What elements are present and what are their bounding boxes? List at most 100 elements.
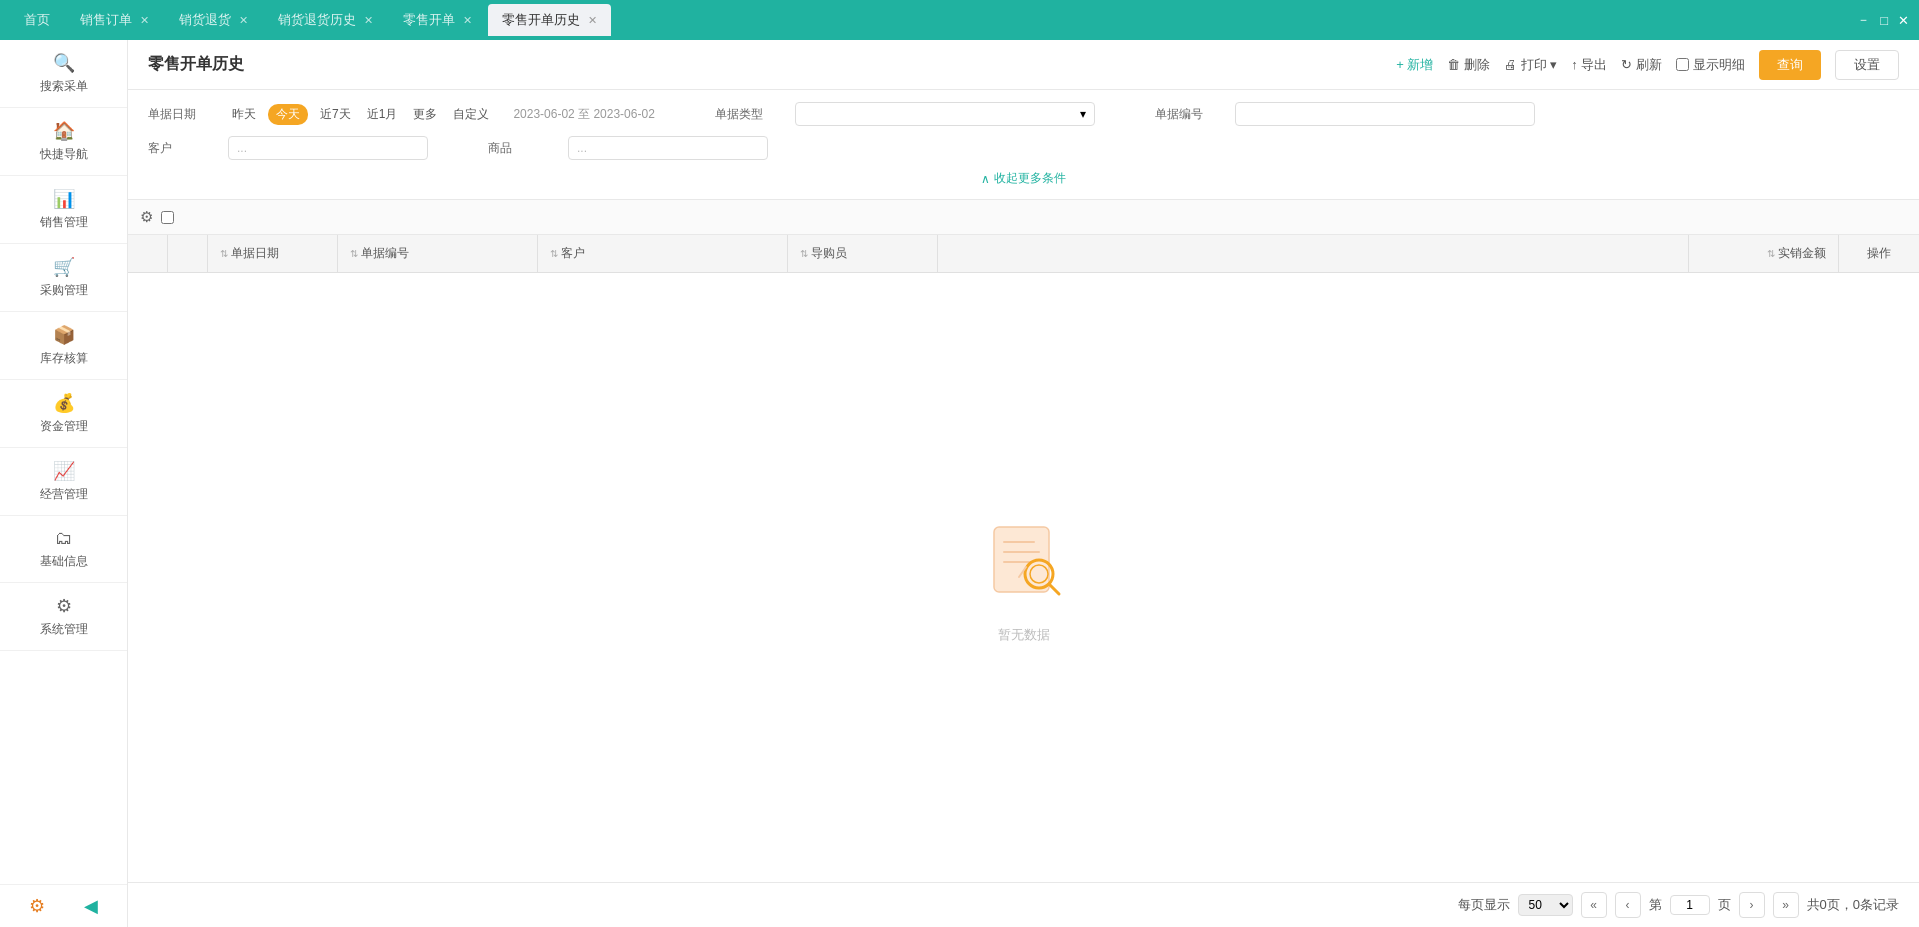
query-button[interactable]: 查询	[1759, 50, 1821, 80]
date-custom[interactable]: 自定义	[449, 104, 493, 125]
tab-label: 零售开单	[403, 11, 455, 29]
last-page-btn[interactable]: »	[1773, 892, 1799, 918]
collapse-row: ∧ 收起更多条件	[148, 170, 1899, 187]
maximize-btn[interactable]: □	[1880, 13, 1888, 28]
goods-input[interactable]: ...	[568, 136, 768, 160]
select-all-checkbox[interactable]	[161, 211, 174, 224]
setting-button[interactable]: 设置	[1835, 50, 1899, 80]
pagination: 每页显示 50 10 20 100 « ‹ 第 页 › » 共0页，0条记录	[128, 882, 1919, 927]
collapse-sidebar-icon[interactable]: ◀	[84, 895, 98, 917]
goods-placeholder: ...	[577, 141, 587, 155]
tab-零售开单历史[interactable]: 零售开单历史 ✕	[488, 4, 611, 36]
page-number-input[interactable]	[1670, 895, 1710, 915]
sidebar-label: 采购管理	[40, 282, 88, 299]
display-detail-input[interactable]	[1676, 58, 1689, 71]
sidebar-label: 搜索采单	[40, 78, 88, 95]
tab-close-icon[interactable]: ✕	[364, 14, 373, 27]
empty-text: 暂无数据	[998, 626, 1050, 644]
sidebar-item-finance[interactable]: 💰 资金管理	[0, 380, 127, 448]
window-controls: － □ ✕	[1857, 11, 1909, 29]
bill-type-select[interactable]: ▾	[795, 102, 1095, 126]
system-icon: ⚙	[56, 595, 72, 617]
date-yesterday[interactable]: 昨天	[228, 104, 260, 125]
tab-label: 销货退货历史	[278, 11, 356, 29]
tab-close-icon[interactable]: ✕	[239, 14, 248, 27]
tab-close-icon[interactable]: ✕	[140, 14, 149, 27]
filter-row-2: 客户 ... 商品 ...	[148, 136, 1899, 160]
th-customer[interactable]: ⇅ 客户	[538, 235, 788, 272]
th-amount[interactable]: ⇅ 实销金额	[1689, 235, 1839, 272]
th-date[interactable]: ⇅ 单据日期	[208, 235, 338, 272]
first-page-btn[interactable]: «	[1581, 892, 1607, 918]
export-button[interactable]: ↑ 导出	[1571, 56, 1607, 74]
th-num[interactable]: ⇅ 单据编号	[338, 235, 538, 272]
th-num-label: 单据编号	[361, 245, 409, 262]
collapse-label: 收起更多条件	[994, 170, 1066, 187]
filter-row-1: 单据日期 昨天 今天 近7天 近1月 更多 自定义 2023-06-02 至 2…	[148, 102, 1899, 126]
inventory-icon: 📦	[53, 324, 75, 346]
sales-icon: 📊	[53, 188, 75, 210]
sidebar-item-purchase[interactable]: 🛒 采购管理	[0, 244, 127, 312]
display-detail-checkbox[interactable]: 显示明细	[1676, 56, 1745, 74]
page-size-select[interactable]: 50 10 20 100	[1518, 894, 1573, 916]
sidebar-item-search[interactable]: 🔍 搜索采单	[0, 40, 127, 108]
date-today[interactable]: 今天	[268, 104, 308, 125]
bill-num-input[interactable]	[1235, 102, 1535, 126]
sort-icon: ⇅	[800, 248, 808, 259]
th-settings	[128, 235, 168, 272]
tab-close-icon[interactable]: ✕	[588, 14, 597, 27]
tab-销售订单[interactable]: 销售订单 ✕	[66, 4, 163, 36]
collapse-button[interactable]: ∧ 收起更多条件	[981, 170, 1066, 187]
page-label: 第	[1649, 896, 1662, 914]
empty-state: 暂无数据	[128, 273, 1919, 882]
th-salesperson[interactable]: ⇅ 导购员	[788, 235, 938, 272]
goods-label: 商品	[488, 140, 548, 157]
baseinfo-icon: 🗂	[55, 528, 73, 549]
chevron-down-icon: ▾	[1080, 107, 1086, 121]
tab-销货退货[interactable]: 销货退货 ✕	[165, 4, 262, 36]
date-shortcuts: 昨天 今天 近7天 近1月 更多 自定义	[228, 104, 493, 125]
sidebar-item-inventory[interactable]: 📦 库存核算	[0, 312, 127, 380]
customer-label: 客户	[148, 140, 208, 157]
sort-icon: ⇅	[550, 248, 558, 259]
date-more[interactable]: 更多	[409, 104, 441, 125]
minimize-btn[interactable]: －	[1857, 11, 1870, 29]
display-detail-label: 显示明细	[1693, 56, 1745, 74]
table-header: ⇅ 单据日期 ⇅ 单据编号 ⇅ 客户 ⇅ 导购员 ⇅ 实销	[128, 235, 1919, 273]
tab-销货退货历史[interactable]: 销货退货历史 ✕	[264, 4, 387, 36]
settings-bottom-icon[interactable]: ⚙	[29, 895, 45, 917]
date-range-display: 2023-06-02 至 2023-06-02	[513, 106, 654, 123]
sidebar-label: 系统管理	[40, 621, 88, 638]
sidebar-item-quicknav[interactable]: 🏠 快捷导航	[0, 108, 127, 176]
gear-icon[interactable]: ⚙	[140, 208, 153, 226]
empty-illustration	[974, 512, 1074, 612]
print-button[interactable]: 🖨 打印 ▾	[1504, 56, 1557, 74]
sidebar-item-baseinfo[interactable]: 🗂 基础信息	[0, 516, 127, 583]
prev-page-btn[interactable]: ‹	[1615, 892, 1641, 918]
page-unit: 页	[1718, 896, 1731, 914]
th-customer-label: 客户	[561, 245, 585, 262]
delete-button[interactable]: 🗑 删除	[1447, 56, 1490, 74]
sidebar-item-system[interactable]: ⚙ 系统管理	[0, 583, 127, 651]
home-icon: 🏠	[53, 120, 75, 142]
sidebar-label: 库存核算	[40, 350, 88, 367]
tab-零售开单[interactable]: 零售开单 ✕	[389, 4, 486, 36]
tab-close-icon[interactable]: ✕	[463, 14, 472, 27]
purchase-icon: 🛒	[53, 256, 75, 278]
page-title: 零售开单历史	[148, 54, 244, 75]
refresh-button[interactable]: ↻ 刷新	[1621, 56, 1662, 74]
customer-input[interactable]: ...	[228, 136, 428, 160]
tab-首页[interactable]: 首页	[10, 4, 64, 36]
table-area: ⚙ ⇅ 单据日期 ⇅ 单据编号 ⇅ 客户	[128, 200, 1919, 882]
svg-line-6	[1049, 584, 1059, 594]
toolbar: + 新增 🗑 删除 🖨 打印 ▾ ↑ 导出 ↻ 刷新 显示明细 查询 设置	[1396, 50, 1899, 80]
sidebar-item-operations[interactable]: 📈 经营管理	[0, 448, 127, 516]
new-button[interactable]: + 新增	[1396, 56, 1433, 74]
top-bar: 首页 销售订单 ✕ 销货退货 ✕ 销货退货历史 ✕ 零售开单 ✕ 零售开单历史 …	[0, 0, 1919, 40]
table-toolbar: ⚙	[128, 200, 1919, 235]
date-7days[interactable]: 近7天	[316, 104, 355, 125]
next-page-btn[interactable]: ›	[1739, 892, 1765, 918]
date-1month[interactable]: 近1月	[363, 104, 402, 125]
close-btn[interactable]: ✕	[1898, 13, 1909, 28]
sidebar-item-sales[interactable]: 📊 销售管理	[0, 176, 127, 244]
